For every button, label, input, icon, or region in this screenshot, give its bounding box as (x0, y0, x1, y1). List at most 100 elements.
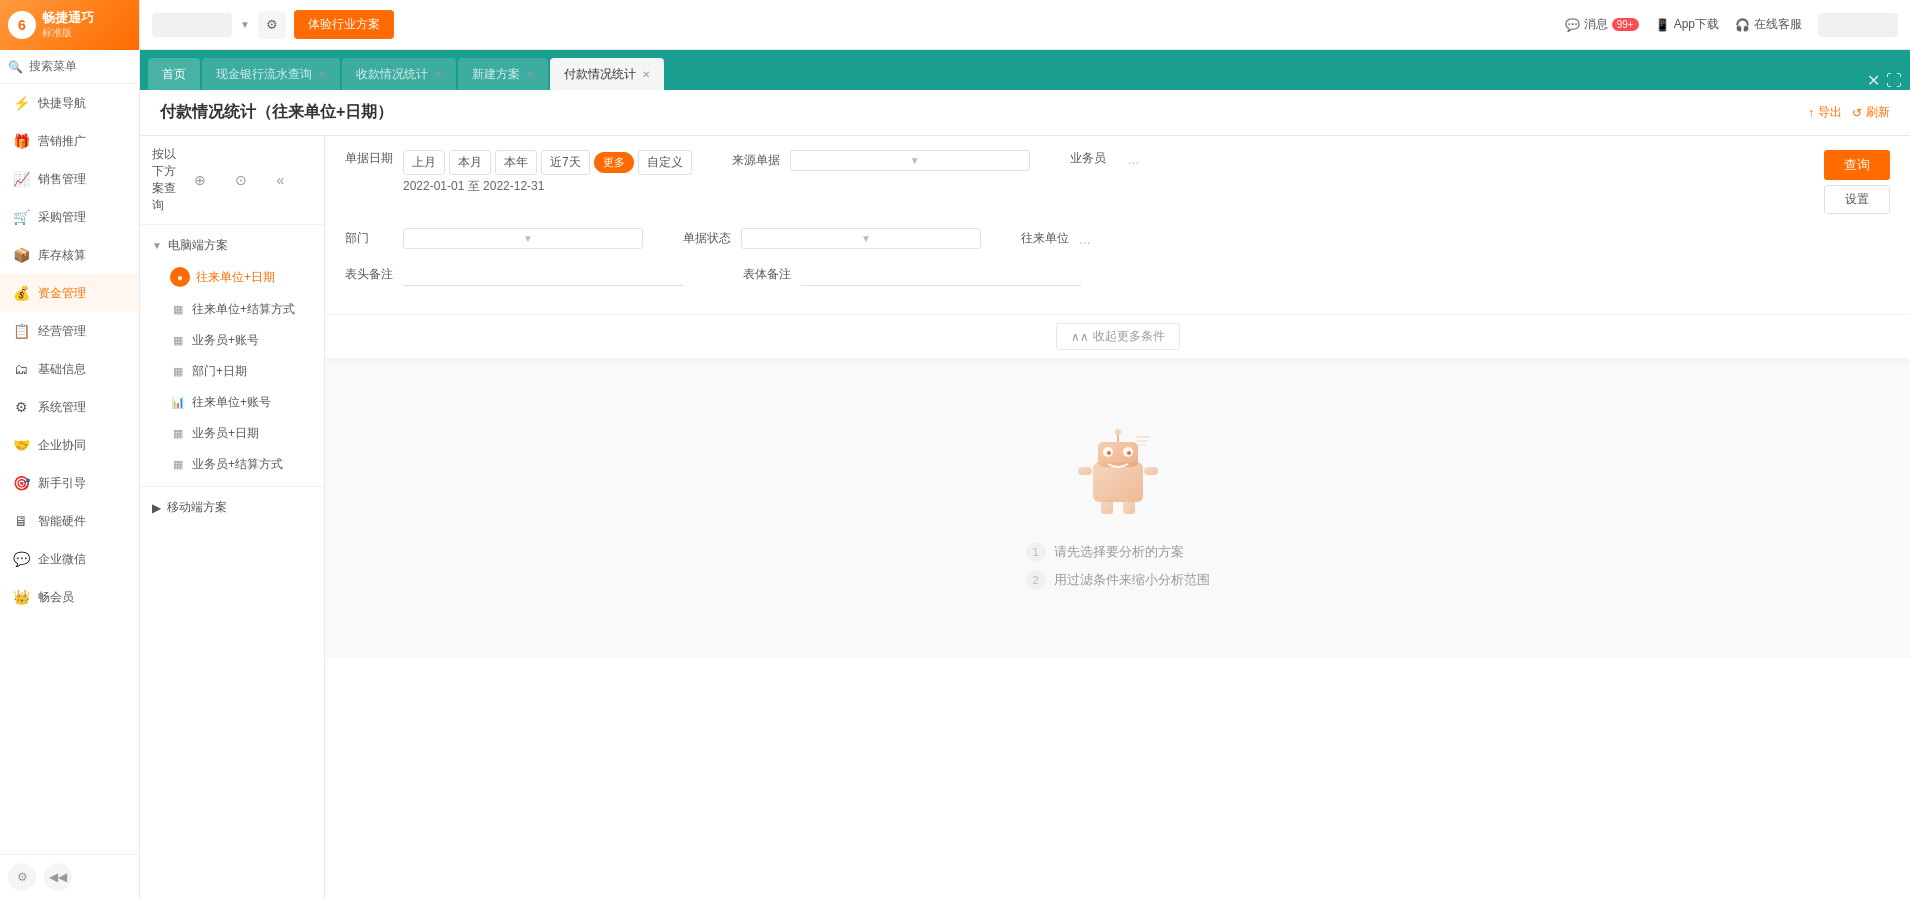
mobile-scheme-title[interactable]: ▶ 移动端方案 (140, 493, 324, 522)
add-scheme-icon[interactable]: ⊕ (194, 172, 230, 188)
date-btn-last-month[interactable]: 上月 (403, 150, 445, 175)
system-icon: ⚙ (12, 398, 30, 416)
date-btn-this-month[interactable]: 本月 (449, 150, 491, 175)
body-note-input[interactable] (801, 263, 1081, 286)
date-filter-label: 单据日期 (345, 150, 395, 167)
online-service-action[interactable]: 🎧 在线客服 (1735, 16, 1802, 33)
sidebar-item-enterprise[interactable]: 🤝 企业协同 (0, 426, 139, 464)
finance-icon: 💰 (12, 284, 30, 302)
app-name: 畅捷通巧 (42, 10, 94, 26)
svg-rect-6 (1078, 467, 1092, 475)
tab-payment-stats[interactable]: 付款情况统计 ✕ (550, 58, 664, 90)
sidebar-item-operations[interactable]: 📋 经营管理 (0, 312, 139, 350)
empty-illustration (1068, 422, 1168, 522)
tab-bank-flow[interactable]: 现金银行流水查询 ✕ (202, 58, 340, 90)
sidebar-item-inventory[interactable]: 📦 库存核算 (0, 236, 139, 274)
scheme-item-label: 业务员+日期 (192, 425, 259, 442)
dept-select[interactable]: ▼ (403, 228, 643, 249)
operations-icon: 📋 (12, 322, 30, 340)
tab-collection-stats[interactable]: 收款情况统计 ✕ (342, 58, 456, 90)
tab-close-bank-flow[interactable]: ✕ (318, 69, 326, 80)
scheme-panel-label: 按以下方案查询 (152, 146, 188, 214)
logo-icon: 6 (8, 11, 36, 39)
date-btn-this-year[interactable]: 本年 (495, 150, 537, 175)
filter-row-1: 单据日期 上月 本月 本年 近7天 更多 自定义 (345, 150, 1890, 214)
app-download-action[interactable]: 📱 App下载 (1655, 16, 1719, 33)
scheme-item-staff-account[interactable]: ▦ 业务员+账号 (140, 325, 324, 356)
staff-dots[interactable]: ... (1128, 151, 1140, 167)
search-menu-label: 搜索菜单 (29, 58, 77, 75)
sidebar-item-guide[interactable]: 🎯 新手引导 (0, 464, 139, 502)
export-btn[interactable]: ↑ 导出 (1808, 104, 1842, 121)
query-button[interactable]: 查询 (1824, 150, 1890, 180)
collapse-conditions-btn[interactable]: ∧∧ 收起更多条件 (1056, 323, 1180, 350)
sidebar-item-label: 系统管理 (38, 399, 86, 416)
scheme-item-unit-date[interactable]: ● 往来单位+日期 (140, 260, 324, 294)
sidebar-item-basic-info[interactable]: 🗂 基础信息 (0, 350, 139, 388)
settings-button[interactable]: 设置 (1824, 185, 1890, 214)
svg-point-4 (1107, 451, 1111, 455)
sidebar: 6 畅捷通巧 标准版 🔍 搜索菜单 ⚡ 快捷导航 🎁 营销推广 📈 销售管理 (0, 0, 140, 899)
user-avatar (152, 13, 232, 37)
sidebar-item-label: 营销推广 (38, 133, 86, 150)
scheme-item-chart-icon: 📊 (170, 395, 186, 411)
scheme-item-label: 往来单位+日期 (196, 269, 275, 286)
staff-filter-group: 业务员 ... (1070, 150, 1140, 167)
messages-action[interactable]: 💬 消息 99+ (1565, 16, 1639, 33)
sidebar-item-label: 基础信息 (38, 361, 86, 378)
sidebar-item-system[interactable]: ⚙ 系统管理 (0, 388, 139, 426)
pc-scheme-title[interactable]: ▼ 电脑端方案 (140, 231, 324, 260)
scheme-item-staff-settle[interactable]: ▦ 业务员+结算方式 (140, 449, 324, 480)
scheme-item-dept-date[interactable]: ▦ 部门+日期 (140, 356, 324, 387)
source-select[interactable]: ▼ (790, 150, 1030, 171)
tab-expand-btn[interactable]: ⛶ (1886, 72, 1902, 90)
collapse-scheme-icon[interactable]: « (277, 172, 313, 188)
date-btn-more[interactable]: 更多 (594, 152, 634, 173)
basic-info-icon: 🗂 (12, 360, 30, 378)
sidebar-item-marketing[interactable]: 🎁 营销推广 (0, 122, 139, 160)
header-note-input[interactable] (403, 263, 683, 286)
sidebar-item-purchase[interactable]: 🛒 采购管理 (0, 198, 139, 236)
marketing-icon: 🎁 (12, 132, 30, 150)
sidebar-item-wechat[interactable]: 💬 企业微信 (0, 540, 139, 578)
purchase-icon: 🛒 (12, 208, 30, 226)
scheme-item-unit-account[interactable]: 📊 往来单位+账号 (140, 387, 324, 418)
sidebar-item-quick-nav[interactable]: ⚡ 快捷导航 (0, 84, 139, 122)
date-range-display: 2022-01-01 至 2022-12-31 (403, 178, 692, 195)
scheme-item-icon: ▦ (170, 457, 186, 473)
search-menu[interactable]: 🔍 搜索菜单 (0, 50, 139, 84)
date-btn-custom[interactable]: 自定义 (638, 150, 692, 175)
collapse-bar: ∧∧ 收起更多条件 (325, 314, 1910, 358)
date-btn-7days[interactable]: 近7天 (541, 150, 590, 175)
mobile-section-arrow-icon: ▶ (152, 501, 161, 515)
sidebar-item-label: 销售管理 (38, 171, 86, 188)
scheme-item-unit-settle[interactable]: ▦ 往来单位+结算方式 (140, 294, 324, 325)
tab-close-payment-stats[interactable]: ✕ (642, 69, 650, 80)
tab-close-all-btn[interactable]: ✕ (1867, 71, 1880, 90)
scheme-panel: 按以下方案查询 ⊕ ⊙ « ▼ 电脑端方案 ● 往来单位+日期 (140, 136, 325, 899)
collapse-sidebar-btn[interactable]: ◀◀ (44, 863, 72, 891)
vip-icon: 👑 (12, 588, 30, 606)
settings-icon[interactable]: ⚙ (258, 11, 286, 39)
dropdown-arrow-icon[interactable]: ▼ (240, 19, 250, 30)
sidebar-item-vip[interactable]: 👑 畅会员 (0, 578, 139, 616)
top-bar-left: ▼ ⚙ 体验行业方案 (152, 10, 1557, 39)
dept-label: 部门 (345, 230, 395, 247)
partner-dots[interactable]: ... (1079, 231, 1091, 247)
tab-new-scheme[interactable]: 新建方案 ✕ (458, 58, 548, 90)
scheme-item-staff-date[interactable]: ▦ 业务员+日期 (140, 418, 324, 449)
empty-state: 1 请先选择要分析的方案 2 用过滤条件来缩小分析范围 (325, 362, 1910, 650)
refresh-btn[interactable]: ↺ 刷新 (1852, 104, 1890, 121)
tab-home[interactable]: 首页 (148, 58, 200, 90)
settings-footer-btn[interactable]: ⚙ (8, 863, 36, 891)
industry-btn[interactable]: 体验行业方案 (294, 10, 394, 39)
sidebar-item-sales[interactable]: 📈 销售管理 (0, 160, 139, 198)
tab-close-new-scheme[interactable]: ✕ (526, 69, 534, 80)
scheme-settings-icon[interactable]: ⊙ (235, 172, 271, 188)
sidebar-item-finance[interactable]: 💰 资金管理 (0, 274, 139, 312)
app-download-label: App下载 (1674, 16, 1719, 33)
tab-close-collection-stats[interactable]: ✕ (434, 69, 442, 80)
data-section: 1 请先选择要分析的方案 2 用过滤条件来缩小分析范围 (325, 358, 1910, 658)
bill-status-select[interactable]: ▼ (741, 228, 981, 249)
sidebar-item-hardware[interactable]: 🖥 智能硬件 (0, 502, 139, 540)
